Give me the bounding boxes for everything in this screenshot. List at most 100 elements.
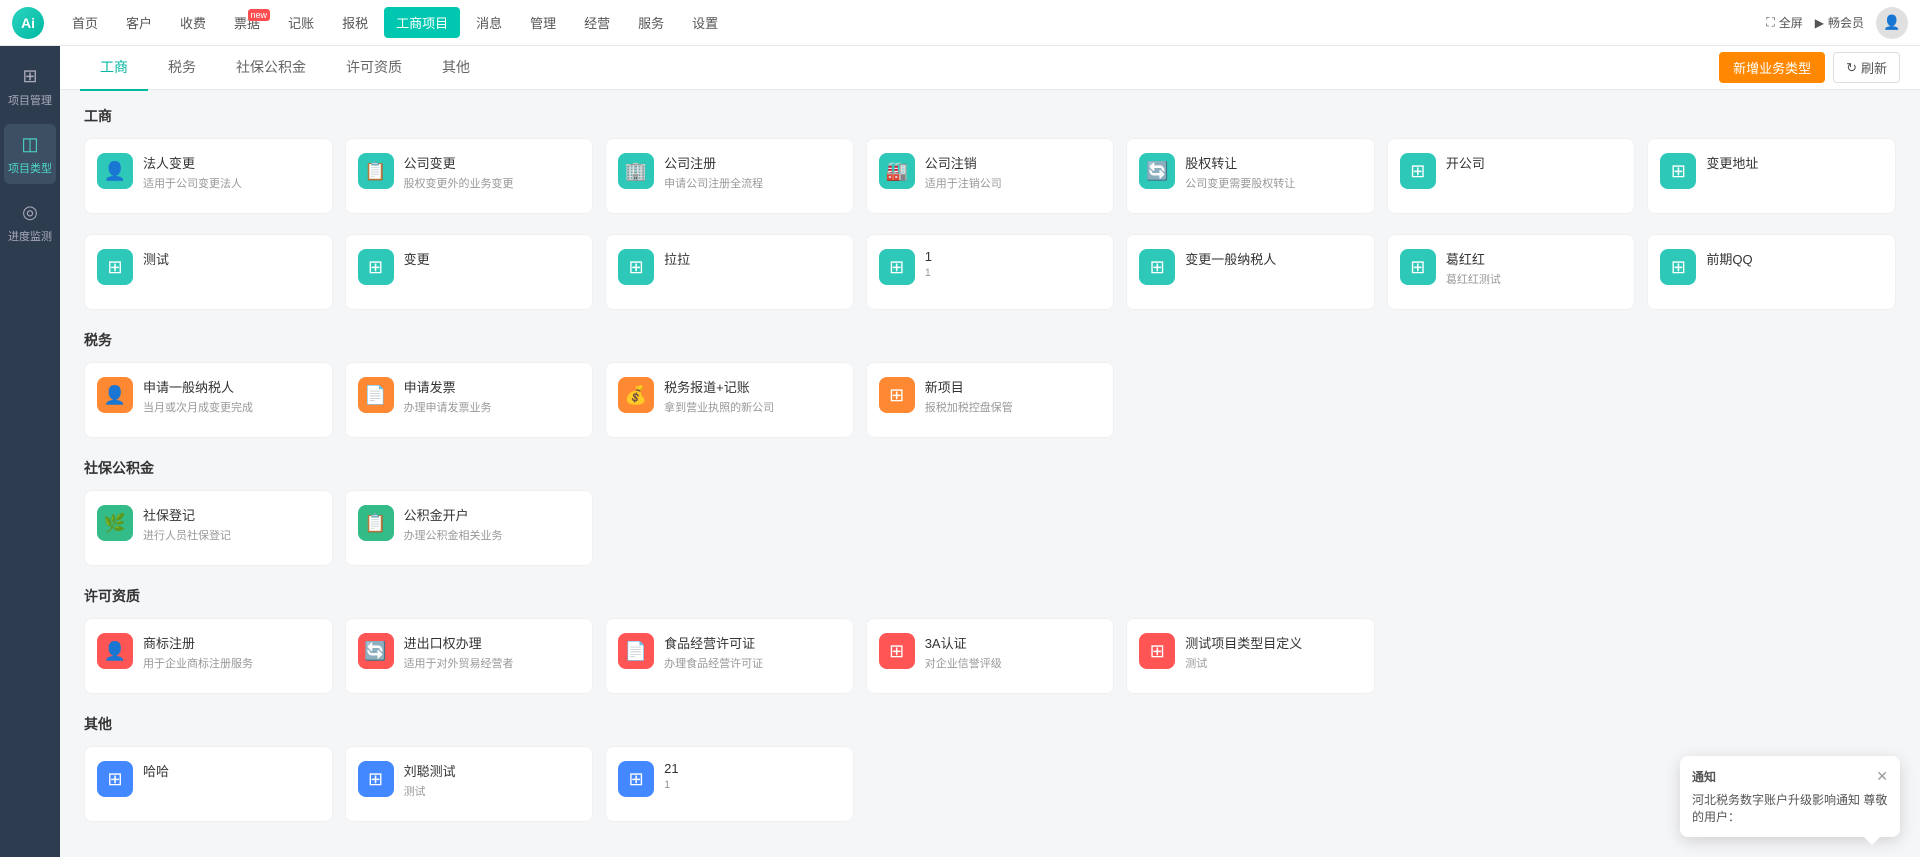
nav-item-设置[interactable]: 设置 bbox=[680, 7, 730, 38]
sidebar-label-1: 项目类型 bbox=[8, 160, 52, 176]
card-name-2-3: 新项目 bbox=[925, 377, 1102, 396]
card-info-1-6: 前期QQ bbox=[1706, 249, 1883, 271]
card-info-1-0: 测试 bbox=[143, 249, 320, 271]
card-2-0[interactable]: 👤申请一般纳税人当月或次月成变更完成 bbox=[84, 362, 333, 438]
fullscreen-button[interactable]: ⛶ 全屏 bbox=[1766, 14, 1802, 31]
card-3-0[interactable]: 🌿社保登记进行人员社保登记 bbox=[84, 490, 333, 566]
card-info-1-2: 拉拉 bbox=[664, 249, 841, 271]
card-4-4[interactable]: ⊞测试项目类型目定义测试 bbox=[1126, 618, 1375, 694]
card-5-0[interactable]: ⊞哈哈 bbox=[84, 746, 333, 822]
card-desc-5-2: 1 bbox=[664, 779, 841, 791]
section-1: ⊞测试⊞变更⊞拉拉⊞11⊞变更一般纳税人⊞葛红红葛红红测试⊞前期QQ bbox=[84, 234, 1896, 310]
nav-item-票据[interactable]: 票据new bbox=[222, 7, 272, 38]
card-desc-1-3: 1 bbox=[925, 267, 1102, 279]
tab-list: 工商税务社保公积金许可资质其他 bbox=[80, 46, 1719, 91]
sidebar-item-2[interactable]: ◎ 进度监测 bbox=[4, 192, 56, 252]
card-name-3-0: 社保登记 bbox=[143, 505, 320, 524]
card-icon-4-1: 🔄 bbox=[358, 633, 394, 669]
nav-item-首页[interactable]: 首页 bbox=[60, 7, 110, 38]
card-2-3[interactable]: ⊞新项目报税加税控盘保管 bbox=[866, 362, 1115, 438]
nav-item-记账[interactable]: 记账 bbox=[276, 7, 326, 38]
card-icon-5-1: ⊞ bbox=[358, 761, 394, 797]
nav-item-管理[interactable]: 管理 bbox=[518, 7, 568, 38]
nav-item-报税[interactable]: 报税 bbox=[330, 7, 380, 38]
notification-close-button[interactable]: ✕ bbox=[1876, 768, 1888, 785]
card-0-3[interactable]: 🏭公司注销适用于注销公司 bbox=[866, 138, 1115, 214]
card-0-4[interactable]: 🔄股权转让公司变更需要股权转让 bbox=[1126, 138, 1375, 214]
card-1-1[interactable]: ⊞变更 bbox=[345, 234, 594, 310]
refresh-button[interactable]: ↻ 刷新 bbox=[1833, 52, 1900, 83]
card-desc-0-4: 公司变更需要股权转让 bbox=[1185, 175, 1362, 191]
card-3-1[interactable]: 📋公积金开户办理公积金相关业务 bbox=[345, 490, 594, 566]
section-5: 其他⊞哈哈⊞刘聪测试测试⊞211 bbox=[84, 714, 1896, 822]
card-4-2[interactable]: 📄食品经营许可证办理食品经营许可证 bbox=[605, 618, 854, 694]
card-2-1[interactable]: 📄申请发票办理申请发票业务 bbox=[345, 362, 594, 438]
sidebar-icon-1: ◫ bbox=[18, 132, 42, 156]
card-1-5[interactable]: ⊞葛红红葛红红测试 bbox=[1387, 234, 1636, 310]
nav-item-工商项目[interactable]: 工商项目 bbox=[384, 7, 460, 38]
tab-4[interactable]: 其他 bbox=[422, 46, 490, 91]
tab-2[interactable]: 社保公积金 bbox=[216, 46, 326, 91]
nav-item-客户[interactable]: 客户 bbox=[114, 7, 164, 38]
card-info-4-0: 商标注册用于企业商标注册服务 bbox=[143, 633, 320, 671]
card-icon-0-5: ⊞ bbox=[1400, 153, 1436, 189]
card-icon-2-0: 👤 bbox=[97, 377, 133, 413]
card-info-3-1: 公积金开户办理公积金相关业务 bbox=[404, 505, 581, 543]
card-desc-0-2: 申请公司注册全流程 bbox=[664, 175, 841, 191]
card-name-0-3: 公司注销 bbox=[925, 153, 1102, 172]
add-type-button[interactable]: 新增业务类型 bbox=[1719, 52, 1825, 83]
card-name-1-2: 拉拉 bbox=[664, 249, 841, 268]
page-content: 工商👤法人变更适用于公司变更法人📋公司变更股权变更外的业务变更🏢公司注册申请公司… bbox=[60, 90, 1920, 857]
user-avatar[interactable]: 👤 bbox=[1876, 7, 1908, 39]
notification-popup: 通知 ✕ 河北税务数字账户升级影响通知 尊敬的用户： bbox=[1680, 756, 1900, 837]
card-0-1[interactable]: 📋公司变更股权变更外的业务变更 bbox=[345, 138, 594, 214]
card-name-4-1: 进出口权办理 bbox=[404, 633, 581, 652]
card-1-4[interactable]: ⊞变更一般纳税人 bbox=[1126, 234, 1375, 310]
card-4-0[interactable]: 👤商标注册用于企业商标注册服务 bbox=[84, 618, 333, 694]
card-info-2-2: 税务报道+记账拿到营业执照的新公司 bbox=[664, 377, 841, 415]
tab-1[interactable]: 税务 bbox=[148, 46, 216, 91]
nav-item-经营[interactable]: 经营 bbox=[572, 7, 622, 38]
app-logo[interactable]: Ai bbox=[12, 7, 44, 39]
sidebar-item-0[interactable]: ⊞ 项目管理 bbox=[4, 56, 56, 116]
card-icon-2-2: 💰 bbox=[618, 377, 654, 413]
card-desc-2-3: 报税加税控盘保管 bbox=[925, 399, 1102, 415]
member-button[interactable]: ▶ 畅会员 bbox=[1815, 14, 1864, 31]
card-info-4-3: 3A认证对企业信誉评级 bbox=[925, 633, 1102, 671]
card-name-4-3: 3A认证 bbox=[925, 633, 1102, 652]
card-icon-1-0: ⊞ bbox=[97, 249, 133, 285]
sidebar-label-0: 项目管理 bbox=[8, 92, 52, 108]
nav-item-收费[interactable]: 收费 bbox=[168, 7, 218, 38]
card-5-1[interactable]: ⊞刘聪测试测试 bbox=[345, 746, 594, 822]
nav-right: ⛶ 全屏 ▶ 畅会员 👤 bbox=[1766, 7, 1908, 39]
tab-0[interactable]: 工商 bbox=[80, 46, 148, 91]
card-name-0-4: 股权转让 bbox=[1185, 153, 1362, 172]
card-0-2[interactable]: 🏢公司注册申请公司注册全流程 bbox=[605, 138, 854, 214]
card-info-0-2: 公司注册申请公司注册全流程 bbox=[664, 153, 841, 191]
nav-item-服务[interactable]: 服务 bbox=[626, 7, 676, 38]
card-4-3[interactable]: ⊞3A认证对企业信誉评级 bbox=[866, 618, 1115, 694]
content-area: 工商税务社保公积金许可资质其他 新增业务类型 ↻ 刷新 工商👤法人变更适用于公司… bbox=[60, 46, 1920, 857]
cards-grid-0: 👤法人变更适用于公司变更法人📋公司变更股权变更外的业务变更🏢公司注册申请公司注册… bbox=[84, 138, 1896, 214]
sidebar-item-1[interactable]: ◫ 项目类型 bbox=[4, 124, 56, 184]
card-name-1-5: 葛红红 bbox=[1446, 249, 1623, 268]
card-0-5[interactable]: ⊞开公司 bbox=[1387, 138, 1636, 214]
card-5-2[interactable]: ⊞211 bbox=[605, 746, 854, 822]
card-0-0[interactable]: 👤法人变更适用于公司变更法人 bbox=[84, 138, 333, 214]
card-icon-5-2: ⊞ bbox=[618, 761, 654, 797]
card-name-0-6: 变更地址 bbox=[1706, 153, 1883, 172]
card-0-6[interactable]: ⊞变更地址 bbox=[1647, 138, 1896, 214]
sidebar: ⊞ 项目管理 ◫ 项目类型 ◎ 进度监测 bbox=[0, 46, 60, 857]
card-icon-1-3: ⊞ bbox=[879, 249, 915, 285]
card-1-0[interactable]: ⊞ 测试 bbox=[84, 234, 333, 310]
card-1-6[interactable]: ⊞前期QQ bbox=[1647, 234, 1896, 310]
nav-item-消息[interactable]: 消息 bbox=[464, 7, 514, 38]
card-1-3[interactable]: ⊞11 bbox=[866, 234, 1115, 310]
card-info-2-3: 新项目报税加税控盘保管 bbox=[925, 377, 1102, 415]
card-2-2[interactable]: 💰 税务报道+记账拿到营业执照的新公司 bbox=[605, 362, 854, 438]
card-1-2[interactable]: ⊞拉拉 bbox=[605, 234, 854, 310]
card-icon-1-5: ⊞ bbox=[1400, 249, 1436, 285]
card-4-1[interactable]: 🔄进出口权办理适用于对外贸易经营者 bbox=[345, 618, 594, 694]
tab-3[interactable]: 许可资质 bbox=[326, 46, 422, 91]
card-icon-0-0: 👤 bbox=[97, 153, 133, 189]
